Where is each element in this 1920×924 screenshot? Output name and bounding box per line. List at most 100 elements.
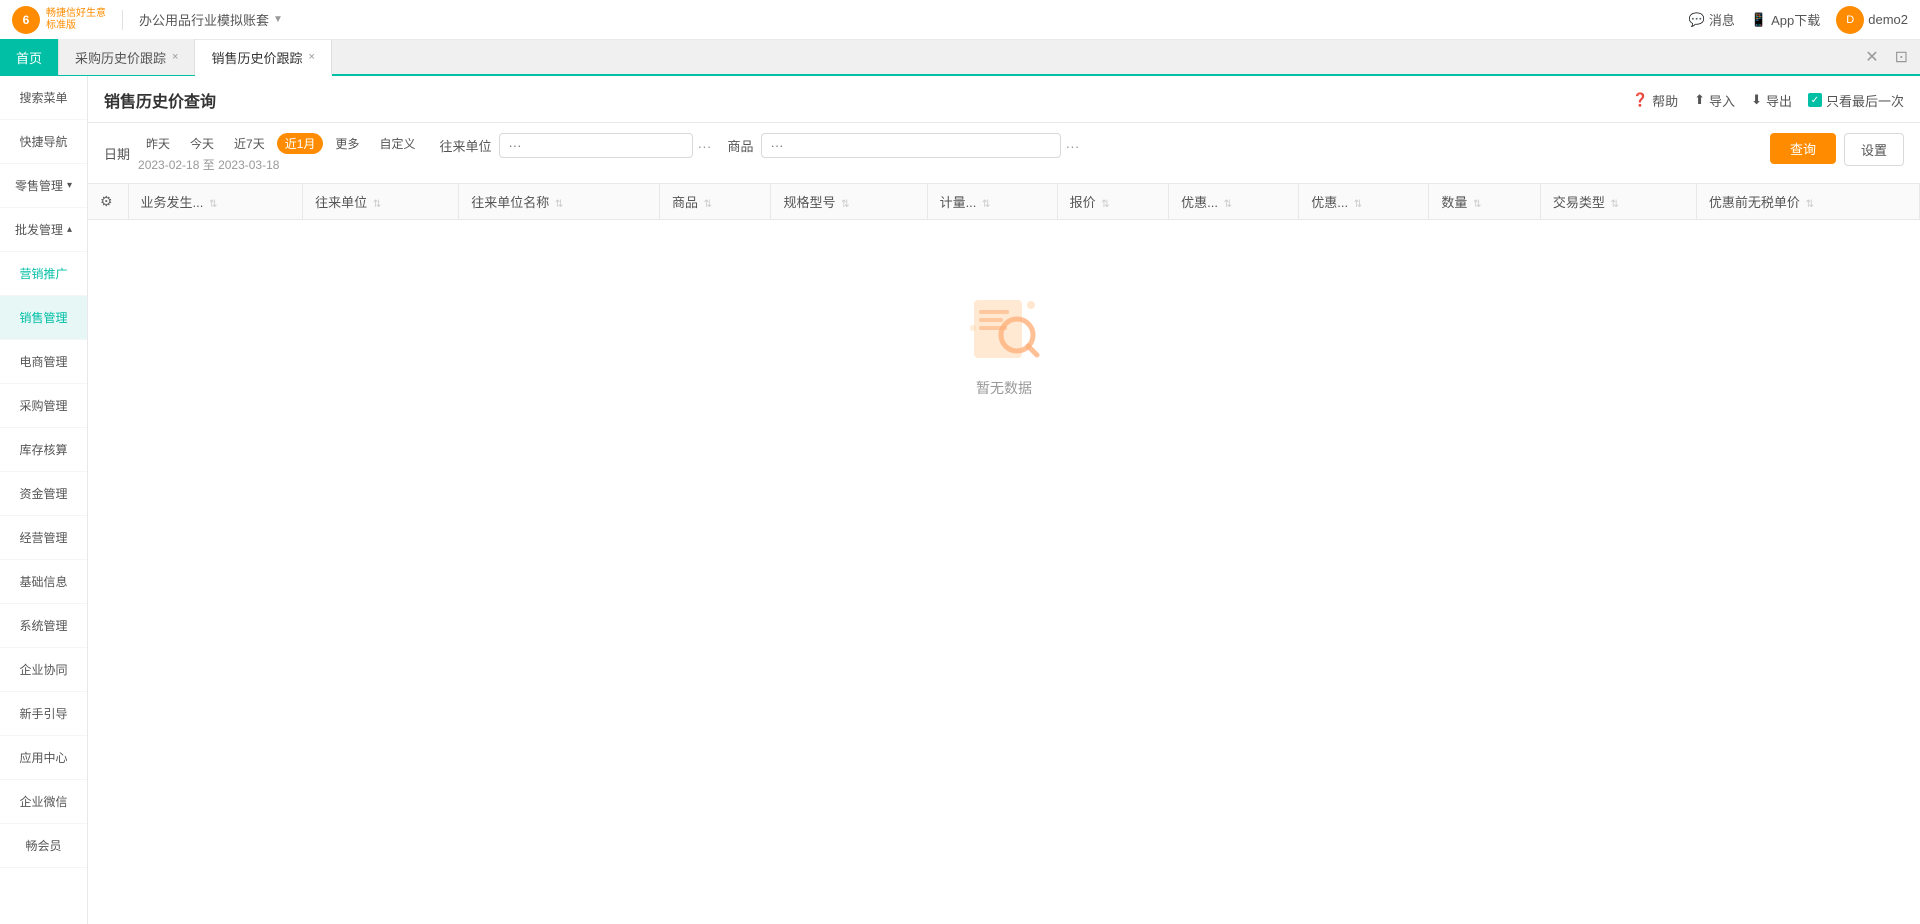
product-input[interactable] — [761, 133, 1061, 158]
sort-quote-icon: ⇅ — [1101, 199, 1109, 210]
date-custom[interactable]: 自定义 — [371, 133, 423, 154]
checkbox-icon: ✓ — [1808, 93, 1822, 107]
th-spec[interactable]: 规格型号 ⇅ — [771, 184, 927, 220]
sort-unit-icon: ⇅ — [982, 199, 990, 210]
th-partner-code[interactable]: 往来单位 ⇅ — [303, 184, 459, 220]
date-last1m[interactable]: 近1月 — [277, 133, 324, 154]
sidebar-item-enterprise-wechat[interactable]: 企业微信 — [0, 780, 87, 824]
help-icon: ❓ — [1632, 92, 1648, 108]
header-divider — [122, 10, 123, 30]
th-product[interactable]: 商品 ⇅ — [659, 184, 771, 220]
sidebar-item-purchase-mgmt[interactable]: 采购管理 — [0, 384, 87, 428]
date-options-block: 昨天 今天 近7天 近1月 更多 自定义 2023-02-18 至 2023-0… — [138, 133, 423, 173]
empty-illustration — [959, 280, 1049, 370]
tab-bar: 首页 采购历史价跟踪 × 销售历史价跟踪 × ✕ ⊡ — [0, 40, 1920, 76]
th-quote[interactable]: 报价 ⇅ — [1057, 184, 1169, 220]
tab-sales-close-icon[interactable]: × — [308, 51, 314, 63]
sidebar-item-enterprise-collab[interactable]: 企业协同 — [0, 648, 87, 692]
sidebar-item-marketing[interactable]: 营销推广 — [0, 252, 87, 296]
content-area: 销售历史价查询 ❓ 帮助 ⬆ 导入 ⬇ 导出 ✓ 只看最后一次 — [88, 76, 1920, 924]
sort-trade-type-icon: ⇅ — [1610, 199, 1618, 210]
sidebar-item-vip-member[interactable]: 畅会员 — [0, 824, 87, 868]
sidebar-item-app-center[interactable]: 应用中心 — [0, 736, 87, 780]
sort-qty-icon: ⇅ — [1473, 199, 1481, 210]
date-yesterday[interactable]: 昨天 — [138, 133, 178, 154]
sidebar-item-inventory[interactable]: 库存核算 — [0, 428, 87, 472]
product-filter-label: 商品 — [727, 136, 753, 155]
sidebar-item-retail-mgmt[interactable]: 零售管理 ▾ — [0, 164, 87, 208]
partner-input-group: ··· — [499, 133, 711, 158]
tab-home[interactable]: 首页 — [0, 39, 59, 75]
sort-partner-code-icon: ⇅ — [373, 199, 381, 210]
sidebar-item-search-menu[interactable]: 搜索菜单 — [0, 76, 87, 120]
sidebar-item-ecommerce-mgmt[interactable]: 电商管理 — [0, 340, 87, 384]
sort-partner-name-icon: ⇅ — [555, 199, 563, 210]
th-discount1[interactable]: 优惠... ⇅ — [1169, 184, 1299, 220]
wholesale-expand-icon: ▴ — [67, 224, 72, 235]
empty-state: 暂无数据 — [88, 220, 1920, 458]
user-menu[interactable]: D demo2 — [1836, 6, 1908, 34]
sidebar-item-basic-info[interactable]: 基础信息 — [0, 560, 87, 604]
sort-pre-tax-price-icon: ⇅ — [1806, 199, 1814, 210]
page-title: 销售历史价查询 — [104, 88, 216, 112]
sidebar-item-finance-mgmt[interactable]: 资金管理 — [0, 472, 87, 516]
app-selector[interactable]: 办公用品行业模拟账套 ▼ — [139, 10, 283, 29]
sidebar-item-wholesale-mgmt[interactable]: 批发管理 ▴ — [0, 208, 87, 252]
tab-purchase-close-icon[interactable]: × — [172, 51, 178, 63]
tab-close-all-icon[interactable]: ✕ — [1861, 43, 1882, 71]
query-button[interactable]: 查询 — [1770, 133, 1836, 164]
top-header: 6 畅捷信好生意 标准版 办公用品行业模拟账套 ▼ 💬 消息 📱 App下载 D… — [0, 0, 1920, 40]
th-trade-type[interactable]: 交易类型 ⇅ — [1540, 184, 1696, 220]
sidebar-item-system-mgmt[interactable]: 系统管理 — [0, 604, 87, 648]
table-header-row: ⚙ 业务发生... ⇅ 往来单位 ⇅ 往来单位名称 ⇅ — [88, 184, 1920, 220]
date-more[interactable]: 更多 — [327, 133, 367, 154]
th-settings[interactable]: ⚙ — [88, 184, 128, 220]
retail-expand-icon: ▾ — [67, 180, 72, 191]
th-qty[interactable]: 数量 ⇅ — [1429, 184, 1541, 220]
tab-sales-history[interactable]: 销售历史价跟踪 × — [195, 40, 331, 76]
export-button[interactable]: ⬇ 导出 — [1751, 91, 1792, 110]
avatar: D — [1836, 6, 1864, 34]
app-selector-arrow: ▼ — [273, 14, 283, 25]
partner-input[interactable] — [499, 133, 693, 158]
download-icon: 📱 — [1751, 12, 1767, 28]
product-input-group: ··· — [761, 133, 1079, 158]
th-unit[interactable]: 计量... ⇅ — [927, 184, 1057, 220]
th-partner-name[interactable]: 往来单位名称 ⇅ — [459, 184, 660, 220]
brand-logo: 6 畅捷信好生意 标准版 — [12, 6, 106, 34]
message-action[interactable]: 💬 消息 — [1689, 10, 1735, 29]
import-icon: ⬆ — [1694, 92, 1705, 108]
table-gear-icon[interactable]: ⚙ — [100, 193, 113, 209]
sidebar-item-quick-nav[interactable]: 快捷导航 — [0, 120, 87, 164]
sidebar-item-sales-mgmt[interactable]: 销售管理 — [0, 296, 87, 340]
page-header: 销售历史价查询 ❓ 帮助 ⬆ 导入 ⬇ 导出 ✓ 只看最后一次 — [88, 76, 1920, 123]
filter-bar: 日期 昨天 今天 近7天 近1月 更多 自定义 2023-02-18 至 202… — [88, 123, 1920, 184]
sort-spec-icon: ⇅ — [841, 199, 849, 210]
tab-maximize-icon[interactable]: ⊡ — [1891, 43, 1912, 71]
only-last-checkbox[interactable]: ✓ 只看最后一次 — [1808, 91, 1904, 110]
sort-product-icon: ⇅ — [704, 199, 712, 210]
empty-svg — [959, 280, 1049, 370]
partner-select-icon[interactable]: ··· — [697, 138, 711, 154]
settings-button[interactable]: 设置 — [1844, 133, 1904, 166]
product-select-icon[interactable]: ··· — [1065, 138, 1079, 154]
date-today[interactable]: 今天 — [182, 133, 222, 154]
tab-purchase-history[interactable]: 采购历史价跟踪 × — [59, 39, 195, 75]
header-left: 6 畅捷信好生意 标准版 办公用品行业模拟账套 ▼ — [12, 6, 283, 34]
date-last7[interactable]: 近7天 — [226, 133, 273, 154]
message-icon: 💬 — [1689, 12, 1705, 28]
sidebar: 搜索菜单 快捷导航 零售管理 ▾ 批发管理 ▴ 营销推广 销售管理 电商管理 采… — [0, 76, 88, 924]
partner-filter-group: 往来单位 ··· — [439, 133, 711, 158]
import-button[interactable]: ⬆ 导入 — [1694, 91, 1735, 110]
date-filter-label: 日期 — [104, 144, 130, 163]
date-range-text: 2023-02-18 至 2023-03-18 — [138, 156, 423, 173]
th-biz-date[interactable]: 业务发生... ⇅ — [128, 184, 303, 220]
app-download-action[interactable]: 📱 App下载 — [1751, 10, 1820, 29]
data-table: ⚙ 业务发生... ⇅ 往来单位 ⇅ 往来单位名称 ⇅ — [88, 184, 1920, 220]
product-filter-group: 商品 ··· — [727, 133, 1079, 158]
help-button[interactable]: ❓ 帮助 — [1632, 91, 1678, 110]
th-discount2[interactable]: 优惠... ⇅ — [1299, 184, 1429, 220]
th-pre-tax-price[interactable]: 优惠前无税单价 ⇅ — [1696, 184, 1919, 220]
sidebar-item-beginner-guide[interactable]: 新手引导 — [0, 692, 87, 736]
sidebar-item-operations-mgmt[interactable]: 经营管理 — [0, 516, 87, 560]
